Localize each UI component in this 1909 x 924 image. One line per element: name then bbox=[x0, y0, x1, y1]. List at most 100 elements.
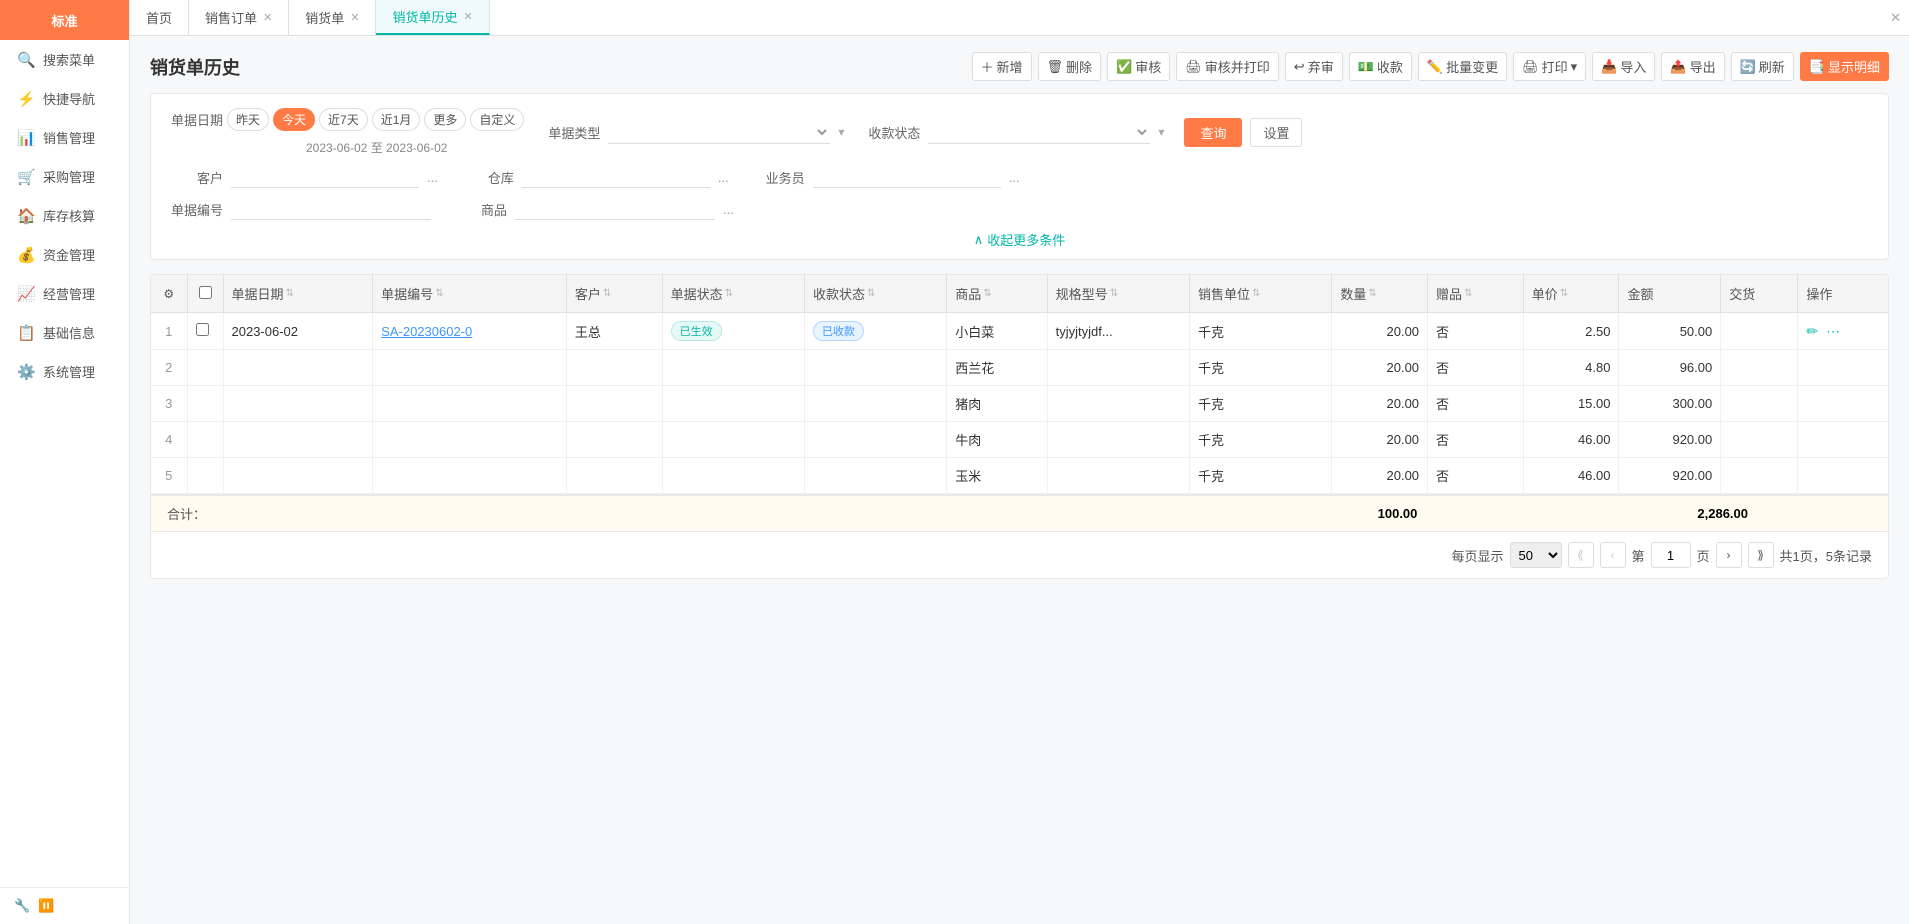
sidebar-item-sales-mgmt[interactable]: 📊 销售管理 bbox=[0, 118, 129, 157]
doc-type-select[interactable] bbox=[608, 120, 830, 144]
sort-gift-icon[interactable]: ⇅ bbox=[1464, 288, 1472, 299]
collect-button[interactable]: 💵 收款 bbox=[1349, 52, 1412, 81]
delete-button[interactable]: 🗑 删除 bbox=[1038, 52, 1102, 81]
filter-collapse-btn[interactable]: ∧ 收起更多条件 bbox=[167, 230, 1872, 249]
refresh-button[interactable]: 🔄 刷新 bbox=[1731, 52, 1794, 81]
more-row-icon[interactable]: ⋯ bbox=[1826, 323, 1840, 340]
table-row[interactable]: 4 牛肉 千克 20.00 否 46.00 920.00 bbox=[151, 422, 1888, 458]
sort-price-icon[interactable]: ⇅ bbox=[1560, 288, 1568, 299]
page-prev-btn[interactable]: ‹ bbox=[1600, 542, 1626, 568]
warehouse-input[interactable] bbox=[522, 166, 710, 188]
sort-goods-icon[interactable]: ⇅ bbox=[983, 288, 991, 299]
sort-customer-icon[interactable]: ⇅ bbox=[603, 288, 611, 299]
edit-row-icon[interactable]: ✏ bbox=[1806, 323, 1818, 340]
close-sales-order-tab[interactable]: ✕ bbox=[263, 11, 272, 24]
date-tag-yesterday[interactable]: 昨天 bbox=[227, 108, 269, 131]
sidebar-item-label: 系统管理 bbox=[43, 362, 95, 381]
sort-date-icon[interactable]: ⇅ bbox=[286, 288, 294, 299]
page-next-btn[interactable]: › bbox=[1716, 542, 1742, 568]
docno-input[interactable] bbox=[231, 198, 431, 220]
date-tag-7days[interactable]: 近7天 bbox=[319, 108, 368, 131]
sort-unit-icon[interactable]: ⇅ bbox=[1252, 288, 1260, 299]
sidebar-item-ops-mgmt[interactable]: 📈 经营管理 bbox=[0, 274, 129, 313]
page-first-btn[interactable]: ⟪ bbox=[1568, 542, 1594, 568]
customer-ellipsis[interactable]: ... bbox=[427, 170, 438, 185]
th-settings[interactable]: ⚙ bbox=[151, 275, 187, 313]
abandon-button[interactable]: ↩ 弃审 bbox=[1285, 52, 1343, 81]
row-doc-status bbox=[662, 422, 804, 458]
sidebar-item-capital-mgmt[interactable]: 💰 资金管理 bbox=[0, 235, 129, 274]
sidebar-item-quick-nav[interactable]: ⚡ 快捷导航 bbox=[0, 79, 129, 118]
date-tag-today[interactable]: 今天 bbox=[273, 108, 315, 131]
goods-input[interactable] bbox=[515, 198, 715, 220]
sort-qty-icon[interactable]: ⇅ bbox=[1368, 288, 1376, 299]
sidebar-item-inventory[interactable]: 🏠 库存核算 bbox=[0, 196, 129, 235]
sort-spec-icon[interactable]: ⇅ bbox=[1110, 288, 1118, 299]
tab-sales-goods[interactable]: 销货单 ✕ bbox=[289, 0, 376, 35]
quick-nav-icon: ⚡ bbox=[17, 90, 35, 108]
close-sales-history-tab[interactable]: ✕ bbox=[464, 10, 473, 23]
sort-docno-icon[interactable]: ⇅ bbox=[435, 288, 443, 299]
sidebar-item-sys-mgmt[interactable]: ⚙️ 系统管理 bbox=[0, 352, 129, 391]
table-row[interactable]: 2 西兰花 千克 20.00 否 4.80 96.00 bbox=[151, 350, 1888, 386]
window-close-btn[interactable]: ✕ bbox=[1882, 0, 1909, 35]
docno-link[interactable]: SA-20230602-0 bbox=[381, 324, 472, 339]
sort-pay-status-icon[interactable]: ⇅ bbox=[867, 288, 875, 299]
customer-input[interactable] bbox=[231, 166, 419, 188]
sidebar-item-base-info[interactable]: 📋 基础信息 bbox=[0, 313, 129, 352]
date-tag-1month[interactable]: 近1月 bbox=[372, 108, 421, 131]
tab-home[interactable]: 首页 bbox=[130, 0, 189, 35]
new-icon: ＋ bbox=[981, 57, 994, 76]
row-checkbox-cell[interactable] bbox=[187, 422, 223, 458]
th-gift: 赠品⇅ bbox=[1428, 275, 1524, 313]
query-button[interactable]: 查询 bbox=[1184, 118, 1242, 147]
goods-ellipsis[interactable]: ... bbox=[723, 202, 734, 217]
close-sales-goods-tab[interactable]: ✕ bbox=[350, 11, 359, 24]
toolbar: ＋ 新增 🗑 删除 ✅ 审核 🖨 审核并打印 ↩ 弃审 bbox=[972, 52, 1890, 81]
batch-change-icon: ✏️ bbox=[1427, 59, 1443, 75]
audit-print-button[interactable]: 🖨 审核并打印 bbox=[1176, 52, 1279, 81]
sidebar-pause-icon[interactable]: ⏸️ bbox=[38, 898, 54, 914]
row-checkbox-cell[interactable] bbox=[187, 313, 223, 350]
new-button[interactable]: ＋ 新增 bbox=[972, 52, 1032, 81]
import-button[interactable]: 📥 导入 bbox=[1592, 52, 1655, 81]
sidebar-item-search-menu[interactable]: 🔍 搜索菜单 bbox=[0, 40, 129, 79]
date-tag-custom[interactable]: 自定义 bbox=[470, 108, 524, 131]
per-page-select[interactable]: 50 10 20 100 bbox=[1510, 542, 1562, 568]
date-label: 单据日期 bbox=[167, 110, 223, 129]
tab-sales-order[interactable]: 销售订单 ✕ bbox=[189, 0, 289, 35]
sidebar-item-purchase-mgmt[interactable]: 🛒 采购管理 bbox=[0, 157, 129, 196]
settings-button[interactable]: 设置 bbox=[1250, 118, 1302, 147]
table-row[interactable]: 1 2023-06-02 SA-20230602-0 王总 已生效 已收款 小白… bbox=[151, 313, 1888, 350]
row-checkbox-cell[interactable] bbox=[187, 386, 223, 422]
warehouse-ellipsis[interactable]: ... bbox=[718, 170, 729, 185]
th-doc-status: 单据状态⇅ bbox=[662, 275, 804, 313]
print-button[interactable]: 🖨 打印 ▾ bbox=[1513, 52, 1586, 81]
batch-change-button[interactable]: ✏️ 批量变更 bbox=[1418, 52, 1507, 81]
salesperson-ellipsis[interactable]: ... bbox=[1009, 170, 1020, 185]
date-tag-more[interactable]: 更多 bbox=[424, 108, 466, 131]
row-checkbox-cell[interactable] bbox=[187, 350, 223, 386]
audit-button[interactable]: ✅ 审核 bbox=[1107, 52, 1170, 81]
page-last-btn[interactable]: ⟫ bbox=[1748, 542, 1774, 568]
sort-doc-status-icon[interactable]: ⇅ bbox=[725, 288, 733, 299]
table-row[interactable]: 3 猪肉 千克 20.00 否 15.00 300.00 bbox=[151, 386, 1888, 422]
row-checkbox-cell[interactable] bbox=[187, 458, 223, 494]
payment-status-select[interactable] bbox=[928, 120, 1150, 144]
th-checkbox[interactable] bbox=[187, 275, 223, 313]
salesperson-input[interactable] bbox=[813, 166, 1001, 188]
tab-sales-history[interactable]: 销货单历史 ✕ bbox=[376, 0, 489, 35]
row-checkbox[interactable] bbox=[196, 323, 209, 336]
summary-label: 合计： bbox=[151, 504, 351, 523]
th-goods: 商品⇅ bbox=[947, 275, 1047, 313]
data-table-wrapper: ⚙ 单据日期⇅ 单据编号⇅ 客户⇅ 单据状态⇅ 收款状态⇅ 商品⇅ 规格型号⇅ … bbox=[150, 274, 1889, 579]
table-row[interactable]: 5 玉米 千克 20.00 否 46.00 920.00 bbox=[151, 458, 1888, 494]
sidebar-tool-icon[interactable]: 🔧 bbox=[14, 898, 30, 914]
select-all-checkbox[interactable] bbox=[199, 286, 212, 299]
row-gift: 否 bbox=[1428, 386, 1524, 422]
page-input[interactable] bbox=[1651, 542, 1691, 568]
export-button[interactable]: 📤 导出 bbox=[1661, 52, 1724, 81]
show-detail-button[interactable]: 📑 显示明细 bbox=[1800, 52, 1889, 81]
doc-type-dropdown-icon: ▾ bbox=[838, 125, 844, 139]
row-pay-status: 已收款 bbox=[804, 313, 946, 350]
